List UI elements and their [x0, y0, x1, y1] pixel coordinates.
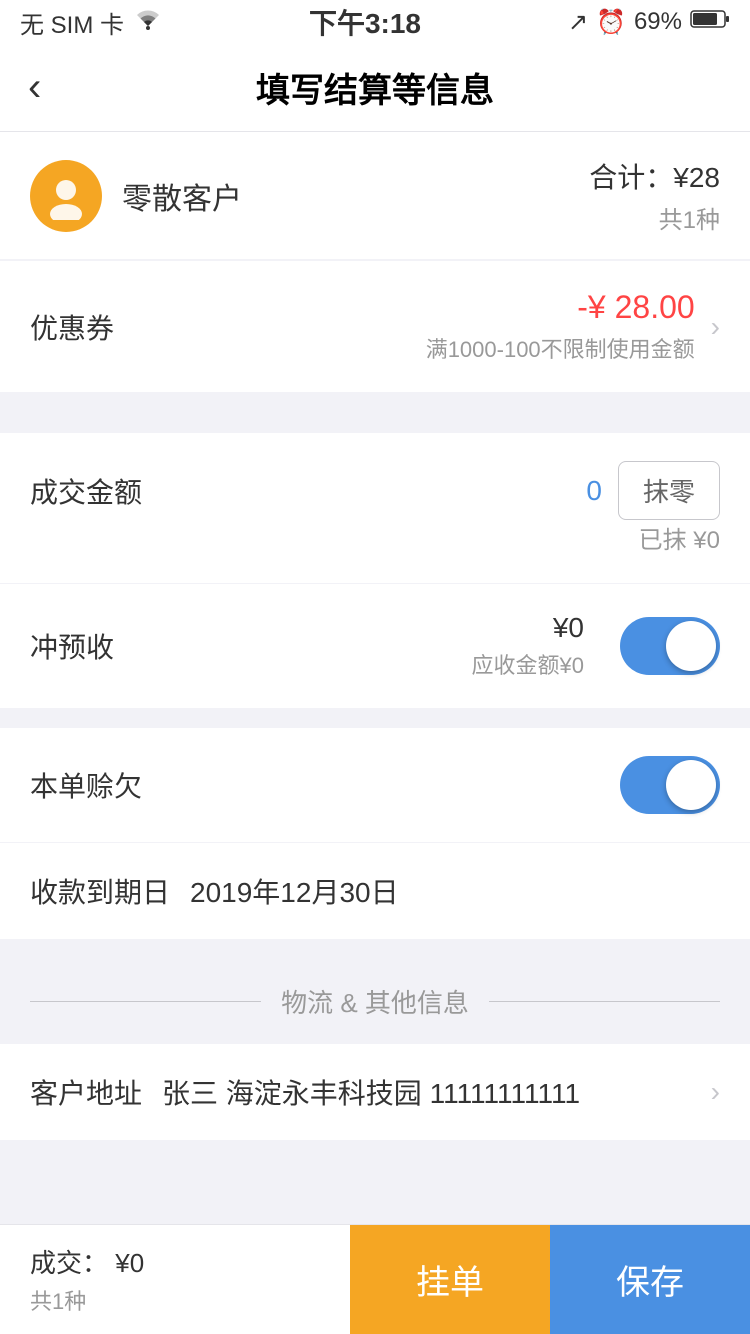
- status-bar: 无 SIM 卡 下午3:18 ↗ ⏰ 69%: [0, 0, 750, 44]
- coupon-right: -¥ 28.00 满1000-100不限制使用金额 ›: [426, 289, 720, 364]
- bottom-transaction-value: ¥0: [115, 1248, 144, 1278]
- address-label: 客户地址: [30, 1072, 142, 1112]
- due-date-label: 收款到期日: [30, 871, 170, 911]
- status-right: ↗ ⏰ 69%: [568, 8, 730, 37]
- round-zero-button[interactable]: 抹零: [618, 461, 720, 520]
- coupon-label: 优惠券: [30, 307, 114, 347]
- total-amount: 合计：¥28: [589, 156, 720, 196]
- transaction-section: 成交金额 0 抹零 已抹 ¥0 冲预收 ¥0 应收金额¥0: [0, 433, 750, 708]
- no-sim-text: 无 SIM 卡: [20, 5, 124, 40]
- customer-row: 零散客户 合计：¥28 共1种: [0, 132, 750, 259]
- battery-icon: [690, 8, 730, 36]
- bottom-count: 共1种: [30, 1284, 320, 1316]
- coupon-discount: -¥ 28.00: [426, 289, 695, 326]
- coupon-desc: 满1000-100不限制使用金额: [426, 332, 695, 364]
- bottom-info: 成交： ¥0 共1种: [0, 1225, 350, 1334]
- debit-label: 本单赊欠: [30, 765, 142, 805]
- divider-line-left: [30, 1001, 261, 1002]
- debit-toggle-knob: [666, 760, 716, 810]
- bottom-transaction-label: 成交：: [30, 1248, 108, 1278]
- logistics-label: 物流 & 其他信息: [281, 983, 469, 1020]
- prepaid-right: ¥0 应收金额¥0: [472, 612, 720, 680]
- divider-2: [0, 708, 750, 728]
- address-value: 张三 海淀永丰科技园 11111111111: [162, 1072, 711, 1112]
- hang-button[interactable]: 挂单: [350, 1225, 550, 1334]
- nav-bar: ‹ 填写结算等信息: [0, 44, 750, 132]
- status-left: 无 SIM 卡: [20, 5, 162, 40]
- prepaid-label: 冲预收: [30, 626, 114, 666]
- divider-line-right: [489, 1001, 720, 1002]
- logistics-divider: 物流 & 其他信息: [0, 959, 750, 1044]
- debit-toggle[interactable]: [620, 756, 720, 814]
- debit-section: 本单赊欠 收款到期日 2019年12月30日: [0, 728, 750, 939]
- bottom-transaction: 成交： ¥0: [30, 1243, 320, 1280]
- page-title: 填写结算等信息: [256, 63, 494, 112]
- prepaid-toggle[interactable]: [620, 617, 720, 675]
- location-icon: ↗: [568, 8, 588, 37]
- transaction-right: 0 抹零: [586, 461, 720, 520]
- coupon-row[interactable]: 优惠券 -¥ 28.00 满1000-100不限制使用金额 ›: [0, 261, 750, 393]
- divider-1: [0, 413, 750, 433]
- alarm-icon: ⏰: [596, 8, 626, 37]
- status-time: 下午3:18: [309, 2, 421, 42]
- toggle-knob: [666, 621, 716, 671]
- customer-totals: 合计：¥28 共1种: [589, 156, 720, 235]
- prepaid-sub: 应收金额¥0: [472, 648, 584, 680]
- save-button[interactable]: 保存: [550, 1225, 750, 1334]
- divider-3: [0, 939, 750, 959]
- prepaid-values: ¥0 应收金额¥0: [472, 612, 584, 680]
- main-content: 零散客户 合计：¥28 共1种 优惠券 -¥ 28.00 满1000-100不限…: [0, 132, 750, 1280]
- transaction-label: 成交金额: [30, 471, 142, 511]
- total-count: 共1种: [589, 200, 720, 235]
- prepaid-row: 冲预收 ¥0 应收金额¥0: [0, 583, 750, 708]
- due-date-row: 收款到期日 2019年12月30日: [0, 842, 750, 939]
- coupon-chevron: ›: [711, 311, 720, 343]
- avatar: [30, 160, 102, 232]
- transaction-amount-row: 成交金额 0 抹零 已抹 ¥0: [0, 433, 750, 583]
- address-chevron: ›: [711, 1076, 720, 1108]
- transaction-value: 0: [586, 475, 602, 507]
- due-date-value: 2019年12月30日: [190, 871, 399, 911]
- debit-row: 本单赊欠: [0, 728, 750, 842]
- wifi-icon: [134, 8, 162, 37]
- battery-text: 69%: [634, 8, 682, 36]
- back-button[interactable]: ‹: [28, 65, 41, 110]
- prepaid-amount: ¥0: [472, 612, 584, 644]
- customer-name: 零散客户: [122, 174, 242, 218]
- customer-left: 零散客户: [30, 160, 242, 232]
- transaction-sub: 已抹 ¥0: [639, 520, 720, 555]
- address-row[interactable]: 客户地址 张三 海淀永丰科技园 11111111111 ›: [0, 1044, 750, 1140]
- bottom-bar: 成交： ¥0 共1种 挂单 保存: [0, 1224, 750, 1334]
